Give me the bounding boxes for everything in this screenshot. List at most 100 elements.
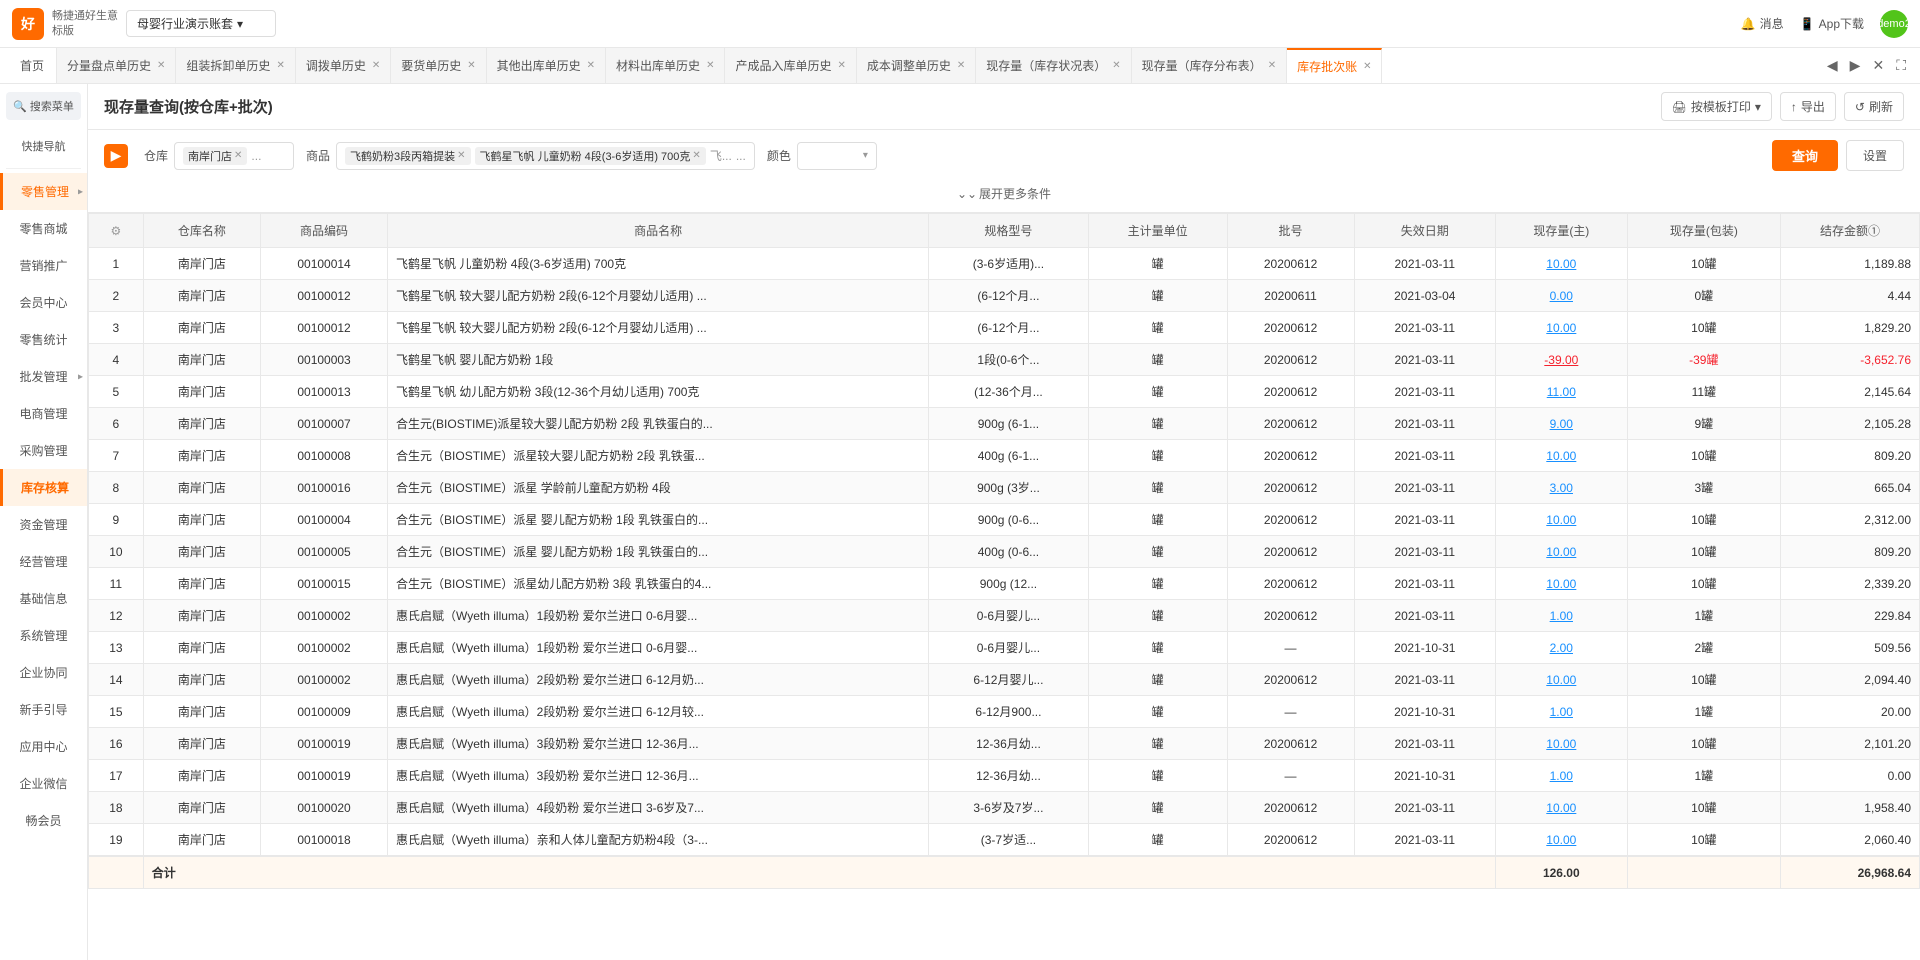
tab-product-in-history[interactable]: 产成品入库单历史 ✕ xyxy=(725,48,856,84)
close-icon[interactable]: ✕ xyxy=(467,60,475,71)
app-download-button[interactable]: 📱 App下载 xyxy=(1800,15,1864,32)
sidebar-item-retail-store[interactable]: 零售商城 xyxy=(0,210,87,247)
tab-home[interactable]: 首页 xyxy=(8,48,57,84)
td-expiry: 2021-03-11 xyxy=(1354,600,1495,632)
expand-filter-button[interactable]: ▶ xyxy=(104,144,128,168)
close-icon[interactable]: ✕ xyxy=(1363,61,1371,72)
template-print-button[interactable]: 🖨 按模板打印 ▾ xyxy=(1661,92,1772,121)
tab-current-stock-status[interactable]: 现存量（库存状况表） ✕ xyxy=(976,48,1131,84)
sidebar-item-system-mgmt[interactable]: 系统管理 xyxy=(0,617,87,654)
tab-split-history[interactable]: 分量盘点单历史 ✕ xyxy=(57,48,176,84)
tab-mix-history[interactable]: 调拨单历史 ✕ xyxy=(296,48,391,84)
close-icon[interactable]: ✕ xyxy=(1268,60,1276,71)
td-stock-pkg: 9罐 xyxy=(1627,408,1780,440)
td-stock-pkg: 10罐 xyxy=(1627,440,1780,472)
industry-select[interactable]: 母婴行业演示账套 ▾ xyxy=(126,10,276,37)
close-icon[interactable]: ✕ xyxy=(957,60,965,71)
close-icon[interactable]: ✕ xyxy=(157,60,165,71)
td-stock-main[interactable]: 1.00 xyxy=(1495,760,1627,792)
sidebar-item-operations[interactable]: 经营管理 xyxy=(0,543,87,580)
close-icon[interactable]: ✕ xyxy=(372,60,380,71)
sidebar-item-enterprise-wechat[interactable]: 企业微信 xyxy=(0,765,87,802)
close-icon[interactable]: ✕ xyxy=(457,150,465,161)
sidebar-item-wholesale-mgmt[interactable]: 批发管理 ▸ xyxy=(0,358,87,395)
td-rownum: 12 xyxy=(89,600,144,632)
chevron-down-icon: ▾ xyxy=(1755,100,1761,114)
tab-current-stock-dist[interactable]: 现存量（库存分布表） ✕ xyxy=(1132,48,1287,84)
filter-ellipsis-more[interactable]: ... xyxy=(736,149,746,163)
table-area: ⚙ 仓库名称 商品编码 商品名称 规格型号 主计量单位 批号 失效日期 现存量(… xyxy=(88,213,1920,960)
tab-requisition-history[interactable]: 要货单历史 ✕ xyxy=(391,48,486,84)
td-stock-main[interactable]: 10.00 xyxy=(1495,568,1627,600)
sidebar-item-member-benefits[interactable]: 畅会员 xyxy=(0,802,87,839)
td-stock-main[interactable]: 1.00 xyxy=(1495,696,1627,728)
close-icon[interactable]: ✕ xyxy=(276,60,284,71)
quick-nav-button[interactable]: 快捷导航 xyxy=(6,132,81,160)
product-tags[interactable]: 飞鹤奶粉3段丙箱提装 ✕ 飞鹤星飞帆 儿童奶粉 4段(3-6岁适用) 700克 … xyxy=(336,142,755,170)
tab-cost-adjust-history[interactable]: 成本调整单历史 ✕ xyxy=(857,48,976,84)
sidebar-item-new-guide[interactable]: 新手引导 xyxy=(0,691,87,728)
td-spec: 6-12月婴儿... xyxy=(929,664,1088,696)
sidebar-item-basic-info[interactable]: 基础信息 xyxy=(0,580,87,617)
td-stock-main[interactable]: 1.00 xyxy=(1495,600,1627,632)
td-stock-main[interactable]: 10.00 xyxy=(1495,440,1627,472)
close-icon[interactable]: ✕ xyxy=(234,150,242,161)
user-avatar-area[interactable]: demo2 xyxy=(1880,10,1908,38)
expand-conditions-button[interactable]: ⌄⌄ 展开更多条件 xyxy=(957,185,1051,202)
th-unit: 主计量单位 xyxy=(1088,214,1227,248)
close-icon[interactable]: ✕ xyxy=(1112,60,1120,71)
td-expiry: 2021-10-31 xyxy=(1354,696,1495,728)
export-button[interactable]: ↑ 导出 xyxy=(1780,92,1836,121)
td-stock-main[interactable]: 0.00 xyxy=(1495,280,1627,312)
sidebar-item-marketing[interactable]: 营销推广 xyxy=(0,247,87,284)
tab-material-out-history[interactable]: 材料出库单历史 ✕ xyxy=(606,48,725,84)
sidebar-item-member-center[interactable]: 会员中心 xyxy=(0,284,87,321)
refresh-button[interactable]: ↺ 刷新 xyxy=(1844,92,1904,121)
tab-disassemble-history[interactable]: 组装拆卸单历史 ✕ xyxy=(176,48,295,84)
td-stock-main[interactable]: 3.00 xyxy=(1495,472,1627,504)
tab-prev-arrow[interactable]: ◀ xyxy=(1821,57,1844,74)
sidebar-item-ecommerce[interactable]: 电商管理 xyxy=(0,395,87,432)
td-stock-main[interactable]: 9.00 xyxy=(1495,408,1627,440)
td-stock-main[interactable]: 2.00 xyxy=(1495,632,1627,664)
sidebar-item-app-center[interactable]: 应用中心 xyxy=(0,728,87,765)
tab-other-out-history[interactable]: 其他出库单历史 ✕ xyxy=(487,48,606,84)
sidebar-item-retail-stats[interactable]: 零售统计 xyxy=(0,321,87,358)
message-button[interactable]: 🔔 消息 xyxy=(1741,15,1784,32)
sidebar-item-purchase-mgmt[interactable]: 采购管理 xyxy=(0,432,87,469)
color-input[interactable]: ▾ xyxy=(797,142,877,170)
td-stock-main[interactable]: 10.00 xyxy=(1495,664,1627,696)
tab-maximize-icon[interactable]: ⛶ xyxy=(1890,57,1912,74)
td-stock-main[interactable]: 10.00 xyxy=(1495,536,1627,568)
td-rownum: 19 xyxy=(89,824,144,857)
td-stock-main[interactable]: 11.00 xyxy=(1495,376,1627,408)
td-rownum: 11 xyxy=(89,568,144,600)
close-icon[interactable]: ✕ xyxy=(837,60,845,71)
td-stock-main[interactable]: 10.00 xyxy=(1495,728,1627,760)
settings-icon[interactable]: ⚙ xyxy=(111,224,122,238)
tab-close-all-button[interactable]: ✕ xyxy=(1866,57,1890,74)
search-menu-button[interactable]: 🔍 搜索菜单 xyxy=(6,92,81,120)
close-icon[interactable]: ✕ xyxy=(706,60,714,71)
settings-button[interactable]: 设置 xyxy=(1846,140,1904,171)
filter-ellipsis-product[interactable]: 飞... xyxy=(710,147,732,164)
td-expiry: 2021-03-11 xyxy=(1354,248,1495,280)
close-icon[interactable]: ✕ xyxy=(692,150,700,161)
filter-ellipsis[interactable]: ... xyxy=(251,149,261,163)
th-settings[interactable]: ⚙ xyxy=(89,214,144,248)
close-icon[interactable]: ✕ xyxy=(587,60,595,71)
td-stock-main[interactable]: 10.00 xyxy=(1495,312,1627,344)
td-stock-main[interactable]: -39.00 xyxy=(1495,344,1627,376)
query-button[interactable]: 查询 xyxy=(1772,140,1838,171)
tab-stock-batch[interactable]: 库存批次账 ✕ xyxy=(1287,48,1382,84)
td-stock-main[interactable]: 10.00 xyxy=(1495,824,1627,857)
sidebar-item-retail-mgmt[interactable]: 零售管理 ▸ xyxy=(0,173,87,210)
sidebar-item-enterprise-collab[interactable]: 企业协同 xyxy=(0,654,87,691)
warehouse-tags[interactable]: 南岸门店 ✕ ... xyxy=(174,142,294,170)
td-stock-main[interactable]: 10.00 xyxy=(1495,248,1627,280)
td-stock-main[interactable]: 10.00 xyxy=(1495,792,1627,824)
tab-next-arrow[interactable]: ▶ xyxy=(1844,57,1867,74)
sidebar-item-inventory[interactable]: 库存核算 xyxy=(0,469,87,506)
td-stock-main[interactable]: 10.00 xyxy=(1495,504,1627,536)
sidebar-item-finance[interactable]: 资金管理 xyxy=(0,506,87,543)
